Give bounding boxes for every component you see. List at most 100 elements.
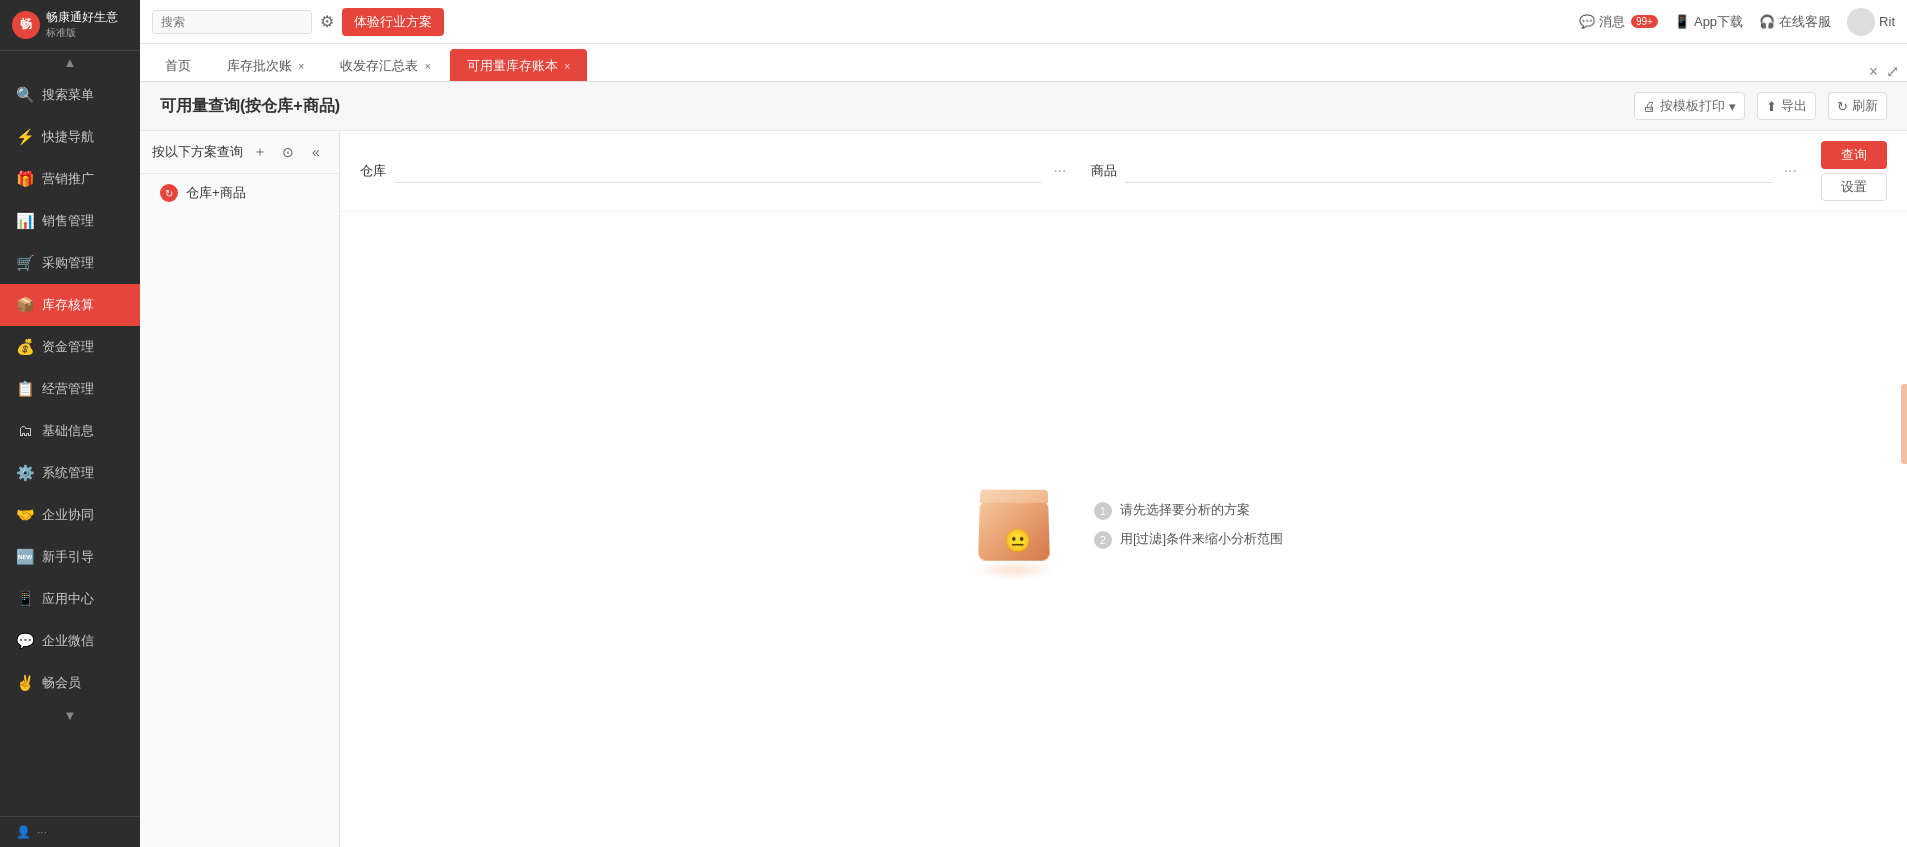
sidebar-item-label: 资金管理: [42, 338, 94, 356]
product-input[interactable]: [1125, 159, 1772, 183]
online-service-action[interactable]: 🎧 在线客服: [1759, 13, 1831, 31]
settings-scheme-button[interactable]: ⊙: [277, 141, 299, 163]
sidebar-item-inventory[interactable]: 📦 库存核算: [0, 284, 140, 326]
print-label: 按模板打印: [1660, 97, 1725, 115]
sidebar-bottom[interactable]: 👤 ···: [0, 816, 140, 847]
sidebar-item-label: 经营管理: [42, 380, 94, 398]
sidebar-scroll: ▲ 🔍 搜索菜单 ⚡ 快捷导航 🎁 营销推广 📊 销售管理 🛒 采购管理 📦 库…: [0, 51, 140, 816]
tab-label: 收发存汇总表: [340, 57, 418, 75]
service-icon: 🎧: [1759, 14, 1775, 29]
sidebar-item-wechat[interactable]: 💬 企业微信: [0, 620, 140, 662]
filter-settings-button[interactable]: 设置: [1821, 173, 1887, 201]
right-scrollbar-edge: [1901, 384, 1907, 464]
member-icon: ✌: [16, 674, 34, 692]
purchase-icon: 🛒: [16, 254, 34, 272]
sidebar-item-enterprise[interactable]: 🤝 企业协同: [0, 494, 140, 536]
empty-glow: [974, 560, 1054, 580]
sidebar-item-label: 营销推广: [42, 170, 94, 188]
main-area: ⚙ 体验行业方案 💬 消息 99+ 📱 App下载 🎧 在线客服 Rit: [140, 0, 1907, 847]
left-panel-header: 按以下方案查询 ＋ ⊙ «: [140, 131, 339, 174]
topbar-search-box[interactable]: [152, 10, 312, 34]
trial-button[interactable]: 体验行业方案: [342, 8, 444, 36]
user-avatar-action[interactable]: Rit: [1847, 8, 1895, 36]
system-icon: ⚙️: [16, 464, 34, 482]
tab-close-icon[interactable]: ×: [298, 60, 304, 72]
sidebar-item-label: 系统管理: [42, 464, 94, 482]
left-panel: 按以下方案查询 ＋ ⊙ « ↻ 仓库+商品: [140, 131, 340, 847]
sidebar-item-system[interactable]: ⚙️ 系统管理: [0, 452, 140, 494]
empty-face: 😐: [1004, 528, 1032, 554]
sidebar-item-shortcut[interactable]: ⚡ 快捷导航: [0, 116, 140, 158]
sidebar-item-marketing[interactable]: 🎁 营销推广: [0, 158, 140, 200]
dropdown-icon: ▾: [1729, 99, 1736, 114]
content-area: 按以下方案查询 ＋ ⊙ « ↻ 仓库+商品 仓库 ···: [140, 131, 1907, 847]
filter-actions: 查询 设置: [1821, 141, 1887, 201]
empty-illustration: 😐: [964, 480, 1064, 580]
brand-icon: 畅: [12, 11, 40, 39]
sidebar-item-apps[interactable]: 📱 应用中心: [0, 578, 140, 620]
topbar: ⚙ 体验行业方案 💬 消息 99+ 📱 App下载 🎧 在线客服 Rit: [140, 0, 1907, 44]
sidebar-item-label: 企业协同: [42, 506, 94, 524]
tab-close-icon[interactable]: ×: [564, 60, 570, 72]
hint-text-1: 请先选择要分析的方案: [1120, 501, 1250, 519]
warehouse-more-button[interactable]: ···: [1049, 162, 1070, 180]
export-icon: ⬆: [1766, 99, 1777, 114]
page-header-actions: 🖨 按模板打印 ▾ ⬆ 导出 ↻ 刷新: [1634, 92, 1887, 120]
brand-area: 畅 畅康通好生意 标准版: [0, 0, 140, 51]
sidebar-item-search[interactable]: 🔍 搜索菜单: [0, 74, 140, 116]
message-label: 消息: [1599, 13, 1625, 31]
tab-home[interactable]: 首页: [148, 49, 208, 81]
warehouse-filter-group: 仓库 ···: [360, 159, 1071, 183]
sidebar-item-basic[interactable]: 🗂 基础信息: [0, 410, 140, 452]
print-icon: 🖨: [1643, 99, 1656, 114]
service-label: 在线客服: [1779, 13, 1831, 31]
warehouse-label: 仓库: [360, 162, 386, 180]
app-icon: 📱: [1674, 14, 1690, 29]
sidebar-item-label: 畅会员: [42, 674, 81, 692]
hint-item-1: 1 请先选择要分析的方案: [1094, 501, 1283, 520]
sidebar-item-sales[interactable]: 📊 销售管理: [0, 200, 140, 242]
scheme-icon: ↻: [160, 184, 178, 202]
topbar-search-input[interactable]: [161, 15, 303, 29]
filter-bar: 仓库 ··· 商品 ··· 查询 设置: [340, 131, 1907, 212]
inventory-icon: 📦: [16, 296, 34, 314]
print-template-button[interactable]: 🖨 按模板打印 ▾: [1634, 92, 1745, 120]
tab-batch[interactable]: 库存批次账 ×: [210, 49, 321, 81]
sidebar-item-finance[interactable]: 💰 资金管理: [0, 326, 140, 368]
app-download-action[interactable]: 📱 App下载: [1674, 13, 1743, 31]
product-more-button[interactable]: ···: [1780, 162, 1801, 180]
tabs-expand-button[interactable]: ⤢: [1886, 62, 1899, 81]
sidebar-scroll-up[interactable]: ▲: [0, 51, 140, 74]
sidebar-item-label: 基础信息: [42, 422, 94, 440]
sidebar-item-label: 销售管理: [42, 212, 94, 230]
right-panel: 仓库 ··· 商品 ··· 查询 设置: [340, 131, 1907, 847]
add-scheme-button[interactable]: ＋: [249, 141, 271, 163]
scheme-item-warehouse-product[interactable]: ↻ 仓库+商品: [140, 174, 339, 212]
hint-item-2: 2 用[过滤]条件来缩小分析范围: [1094, 530, 1283, 549]
shortcut-icon: ⚡: [16, 128, 34, 146]
sidebar-item-operation[interactable]: 📋 经营管理: [0, 368, 140, 410]
sidebar-item-label: 新手引导: [42, 548, 94, 566]
collapse-panel-button[interactable]: «: [305, 141, 327, 163]
tab-receipt[interactable]: 收发存汇总表 ×: [323, 49, 447, 81]
query-button[interactable]: 查询: [1821, 141, 1887, 169]
left-panel-title: 按以下方案查询: [152, 143, 243, 161]
refresh-button[interactable]: ↻ 刷新: [1828, 92, 1887, 120]
message-action[interactable]: 💬 消息 99+: [1579, 13, 1658, 31]
operation-icon: 📋: [16, 380, 34, 398]
gear-icon[interactable]: ⚙: [320, 12, 334, 31]
page-title: 可用量查询(按仓库+商品): [160, 96, 340, 117]
tab-close-icon[interactable]: ×: [424, 60, 430, 72]
sidebar-item-purchase[interactable]: 🛒 采购管理: [0, 242, 140, 284]
product-filter-group: 商品 ···: [1091, 159, 1802, 183]
sidebar-scroll-down[interactable]: ▼: [0, 704, 140, 727]
warehouse-input[interactable]: [394, 159, 1041, 183]
sidebar-item-guide[interactable]: 🆕 新手引导: [0, 536, 140, 578]
tab-available[interactable]: 可用量库存账本 ×: [450, 49, 587, 81]
sidebar-item-member[interactable]: ✌ 畅会员: [0, 662, 140, 704]
export-button[interactable]: ⬆ 导出: [1757, 92, 1816, 120]
sidebar-item-label: 搜索菜单: [42, 86, 94, 104]
topbar-actions: 💬 消息 99+ 📱 App下载 🎧 在线客服 Rit: [1579, 8, 1895, 36]
tabs-close-all-button[interactable]: ×: [1869, 63, 1878, 81]
message-badge: 99+: [1631, 15, 1658, 28]
